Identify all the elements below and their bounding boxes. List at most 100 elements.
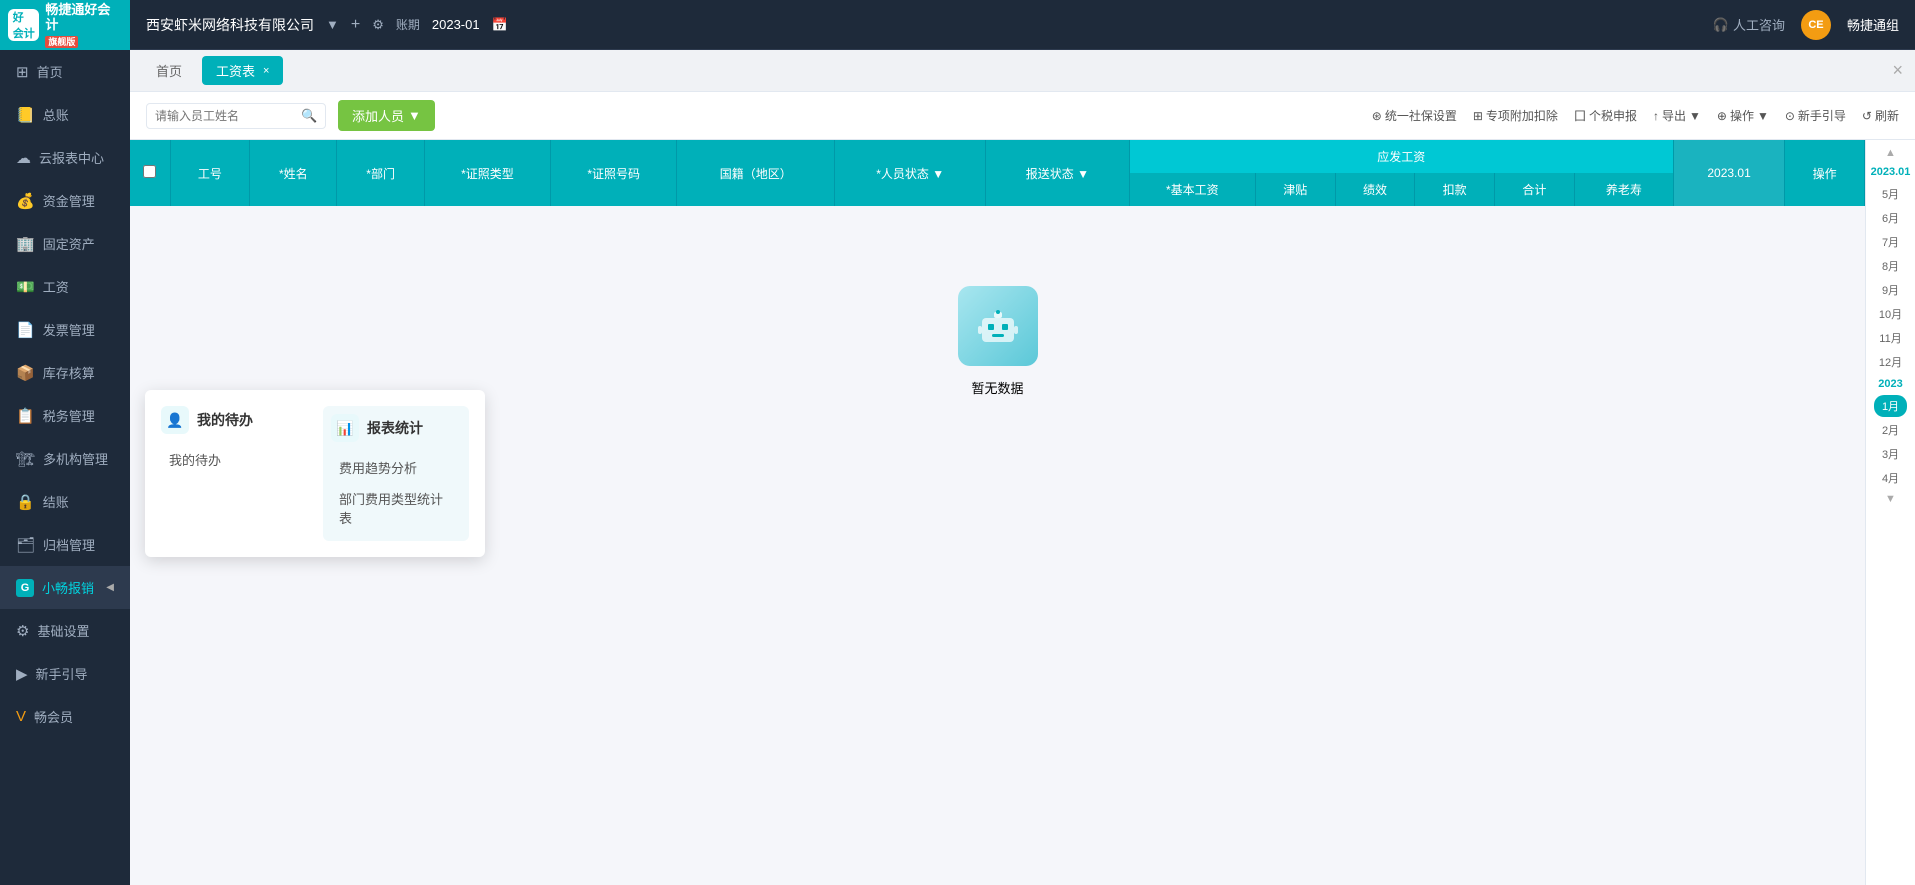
th-period: 2023.01 [1673, 140, 1784, 206]
sidebar-label-cloud: 云报表中心 [39, 148, 104, 167]
stock-icon: 📦 [16, 364, 35, 382]
sidebar-item-finance[interactable]: 💰 资金管理 [0, 179, 130, 222]
timeline-month-2[interactable]: 2月 [1866, 418, 1915, 442]
sidebar-item-close[interactable]: 🔒 结账 [0, 480, 130, 523]
th-deduct: 扣款 [1415, 173, 1495, 206]
timeline-month-11[interactable]: 11月 [1866, 326, 1915, 350]
sidebar-item-guide[interactable]: ▶ 新手引导 [0, 652, 130, 695]
popup-item-expense-trend[interactable]: 费用趋势分析 [331, 452, 461, 483]
consultant-btn[interactable]: 🎧 人工咨询 [1713, 15, 1785, 34]
select-all-checkbox[interactable] [143, 165, 156, 178]
sidebar-item-settings[interactable]: ⚙ 基础设置 [0, 609, 130, 652]
topbar-settings-icon[interactable]: ⚙ [372, 17, 384, 33]
sidebar-item-tax[interactable]: 📋 税务管理 [0, 394, 130, 437]
timeline-month-9[interactable]: 9月 [1866, 278, 1915, 302]
add-btn-label: 添加人员 [352, 106, 404, 125]
sidebar-item-cloud[interactable]: ☁ 云报表中心 [0, 136, 130, 179]
report-icon: G [16, 579, 34, 597]
logo-sub: 旗舰版 [45, 36, 78, 48]
sidebar-item-member[interactable]: V 畅会员 [0, 695, 130, 738]
timeline-down-icon[interactable]: ▼ [1882, 490, 1899, 508]
th-allowance: 津贴 [1255, 173, 1335, 206]
sidebar-label-assets: 固定资产 [43, 234, 95, 253]
income-tax-btn[interactable]: 囗 个税申报 [1574, 107, 1637, 124]
timeline-month-12[interactable]: 12月 [1866, 350, 1915, 374]
timeline-month-4[interactable]: 4月 [1866, 466, 1915, 490]
company-dropdown-icon[interactable]: ▼ [326, 17, 339, 32]
export-label: 导出 [1662, 107, 1686, 124]
assets-icon: 🏢 [16, 235, 35, 253]
timeline: ▲ 2023.01 5月 6月 7月 8月 9月 10月 11月 12月 202… [1865, 140, 1915, 885]
sidebar-label-close: 结账 [43, 492, 69, 511]
empty-icon [958, 286, 1038, 366]
timeline-month-8[interactable]: 8月 [1866, 254, 1915, 278]
add-person-button[interactable]: 添加人员 ▼ [338, 100, 435, 131]
tab-close-window-btn[interactable]: × [1892, 60, 1903, 81]
timeline-month-6[interactable]: 6月 [1866, 206, 1915, 230]
th-nationality: 国籍（地区） [677, 140, 835, 206]
th-bonus: 绩效 [1335, 173, 1415, 206]
export-icon: ↑ [1653, 109, 1659, 123]
guide-toolbar-icon: ⊙ [1785, 109, 1795, 123]
tax-deduction-btn[interactable]: ⊞ 专项附加扣除 [1473, 107, 1558, 124]
timeline-month-1[interactable]: 1月 [1874, 395, 1907, 417]
sidebar-item-assets[interactable]: 🏢 固定资产 [0, 222, 130, 265]
refresh-btn[interactable]: ↺ 刷新 [1862, 107, 1899, 124]
tab-home[interactable]: 首页 [142, 56, 196, 85]
home-icon: ⊞ [16, 63, 29, 81]
refresh-icon: ↺ [1862, 109, 1872, 123]
th-pension: 养老寿 [1574, 173, 1673, 206]
th-status[interactable]: *人员状态 ▼ [835, 140, 986, 206]
consultant-label: 人工咨询 [1733, 15, 1785, 34]
member-icon: V [16, 708, 26, 725]
sidebar-label-salary: 工资 [43, 277, 69, 296]
th-idno: *证照号码 [551, 140, 677, 206]
user-avatar: CE [1801, 10, 1831, 40]
export-btn[interactable]: ↑ 导出 ▼ [1653, 107, 1701, 124]
sidebar-item-salary[interactable]: 💵 工资 [0, 265, 130, 308]
topbar-plus-icon[interactable]: + [351, 16, 360, 34]
calendar-icon[interactable]: 📅 [492, 17, 508, 33]
sidebar-item-stock[interactable]: 📦 库存核算 [0, 351, 130, 394]
sidebar-item-multi[interactable]: 🏗 多机构管理 [0, 437, 130, 480]
th-base: *基本工资 [1129, 173, 1255, 206]
sidebar-item-invoice[interactable]: 📄 发票管理 [0, 308, 130, 351]
search-box: 🔍 [146, 103, 326, 129]
tab-close-icon[interactable]: × [263, 65, 269, 77]
guide-btn[interactable]: ⊙ 新手引导 [1785, 107, 1846, 124]
popup-left-title: 👤 我的待办 [161, 406, 307, 434]
popup-item-todo[interactable]: 我的待办 [161, 444, 307, 475]
th-empno: 工号 [170, 140, 250, 206]
operate-label: 操作 [1730, 107, 1754, 124]
timeline-month-7[interactable]: 7月 [1866, 230, 1915, 254]
th-checkbox[interactable] [130, 140, 170, 206]
timeline-month-10[interactable]: 10月 [1866, 302, 1915, 326]
ledger-icon: 📒 [16, 106, 35, 124]
multi-icon: 🏗 [16, 450, 35, 468]
timeline-month-5[interactable]: 5月 [1866, 182, 1915, 206]
social-icon: ⊛ [1372, 109, 1382, 123]
search-input[interactable] [155, 109, 295, 123]
popup-item-dept-expense[interactable]: 部门费用类型统计表 [331, 483, 461, 533]
empty-text: 暂无数据 [971, 378, 1023, 397]
tax-deduct-label: 专项附加扣除 [1486, 107, 1558, 124]
timeline-year-2023: 2023 [1866, 374, 1915, 394]
social-insurance-btn[interactable]: ⊛ 统一社保设置 [1372, 107, 1457, 124]
tab-salary[interactable]: 工资表 × [202, 56, 283, 85]
sidebar-label-settings: 基础设置 [37, 621, 89, 640]
headset-icon: 🎧 [1713, 17, 1729, 33]
period-value: 2023-01 [432, 17, 480, 32]
finance-icon: 💰 [16, 192, 35, 210]
sidebar-item-ledger[interactable]: 📒 总账 [0, 93, 130, 136]
sidebar-item-home[interactable]: ⊞ 首页 [0, 50, 130, 93]
search-icon[interactable]: 🔍 [301, 108, 317, 124]
timeline-up-icon[interactable]: ▲ [1882, 144, 1899, 162]
income-tax-label: 个税申报 [1589, 107, 1637, 124]
timeline-month-3[interactable]: 3月 [1866, 442, 1915, 466]
th-report-status[interactable]: 报送状态 ▼ [986, 140, 1129, 206]
social-label: 统一社保设置 [1385, 107, 1457, 124]
sidebar-item-report[interactable]: G 小畅报销 ◀ [0, 566, 130, 609]
sidebar-item-archive[interactable]: 🗂 归档管理 [0, 523, 130, 566]
operate-btn[interactable]: ⊕ 操作 ▼ [1717, 107, 1769, 124]
th-idtype: *证照类型 [424, 140, 550, 206]
